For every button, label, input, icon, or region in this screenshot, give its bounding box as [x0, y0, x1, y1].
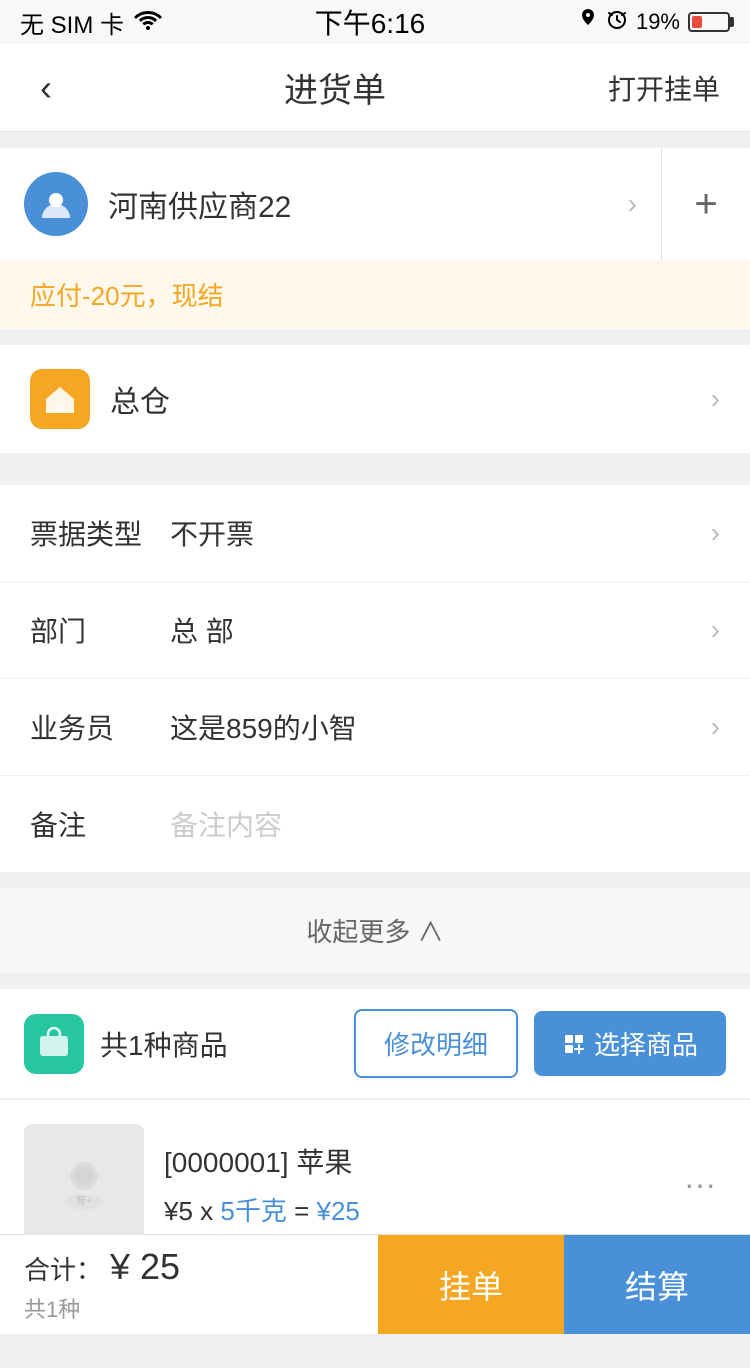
supplier-selector[interactable]: 河南供应商22 ›: [0, 148, 662, 260]
salesperson-label: 业务员: [30, 707, 150, 747]
product-more-button[interactable]: ···: [674, 1156, 726, 1213]
supplier-avatar: [24, 172, 88, 236]
status-right: 19%: [578, 8, 730, 37]
footer: 合计： ¥ 25 共1种 挂单 结算: [0, 1234, 750, 1334]
total-amount: ¥ 25: [110, 1246, 180, 1288]
add-supplier-button[interactable]: +: [662, 148, 750, 260]
salesperson-row[interactable]: 业务员 这是859的小智 ›: [0, 679, 750, 776]
remark-label: 备注: [30, 804, 150, 844]
invoice-value: 不开票: [150, 513, 711, 553]
supplier-section: 河南供应商22 › +: [0, 148, 750, 260]
open-hang-button[interactable]: 打开挂单: [608, 68, 720, 108]
product-qty: 5千克: [220, 1196, 286, 1226]
total-count: 共1种: [24, 1292, 354, 1324]
collapse-label: 收起更多 ∧: [306, 912, 443, 949]
product-total: ¥25: [316, 1196, 359, 1226]
invoice-label: 票据类型: [30, 513, 150, 553]
select-product-button[interactable]: 选择商品: [534, 1011, 726, 1076]
form-section: 票据类型 不开票 › 部门 总 部 › 业务员 这是859的小智 › 备注 备注…: [0, 485, 750, 872]
footer-total: 合计： ¥ 25 共1种: [0, 1235, 378, 1334]
product-eq: =: [287, 1196, 317, 1226]
status-left: 无 SIM 卡: [20, 5, 162, 40]
carrier-text: 无 SIM 卡: [20, 5, 124, 40]
remark-row[interactable]: 备注 备注内容: [0, 776, 750, 872]
salesperson-chevron-icon: ›: [711, 711, 720, 743]
edit-detail-button[interactable]: 修改明细: [354, 1009, 518, 1078]
invoice-chevron-icon: ›: [711, 517, 720, 549]
product-unit-price: ¥5 x: [164, 1196, 220, 1226]
hang-button[interactable]: 挂单: [378, 1235, 564, 1334]
product-title: 苹果: [296, 1147, 352, 1178]
select-product-label: 选择商品: [594, 1025, 698, 1062]
total-label: 合计：: [24, 1250, 102, 1287]
supplier-name: 河南供应商22: [108, 182, 628, 226]
product-count-text: 共1种商品: [100, 1024, 338, 1064]
battery-icon: [688, 12, 730, 32]
dept-row[interactable]: 部门 总 部 ›: [0, 582, 750, 679]
dept-chevron-icon: ›: [711, 614, 720, 646]
total-row: 合计： ¥ 25: [24, 1246, 354, 1288]
invoice-row[interactable]: 票据类型 不开票 ›: [0, 485, 750, 582]
battery-percent: 19%: [636, 9, 680, 35]
alarm-icon: [606, 8, 628, 37]
product-header: 共1种商品 修改明细 选择商品: [0, 989, 750, 1098]
dept-value: 总 部: [150, 610, 711, 650]
dept-label: 部门: [30, 610, 150, 650]
product-price-row: ¥5 x 5千克 = ¥25: [164, 1191, 674, 1228]
supplier-chevron-icon: ›: [628, 188, 637, 220]
main-content: 河南供应商22 › + 应付-20元，现结 总仓 › 票据类型 不开票 › 部门…: [0, 132, 750, 1368]
svg-text:智+: 智+: [76, 1194, 92, 1207]
location-icon: [578, 8, 598, 36]
product-code: [0000001]: [164, 1147, 296, 1178]
back-button[interactable]: ‹: [30, 57, 62, 119]
warehouse-name: 总仓: [110, 377, 711, 421]
warehouse-chevron-icon: ›: [711, 383, 720, 415]
product-thumbnail: 智+: [24, 1124, 144, 1244]
supplier-notice: 应付-20元，现结: [0, 260, 750, 329]
warehouse-selector[interactable]: 总仓 ›: [0, 345, 750, 453]
salesperson-value: 这是859的小智: [150, 707, 711, 747]
product-name: [0000001] 苹果: [164, 1141, 674, 1181]
product-count-icon: [24, 1014, 84, 1074]
nav-bar: ‹ 进货单 打开挂单: [0, 44, 750, 132]
remark-input[interactable]: 备注内容: [150, 804, 720, 844]
checkout-button[interactable]: 结算: [564, 1235, 750, 1334]
warehouse-icon: [30, 369, 90, 429]
time-text: 下午6:16: [315, 2, 426, 42]
page-title: 进货单: [284, 63, 386, 112]
product-info: [0000001] 苹果 ¥5 x 5千克 = ¥25: [164, 1141, 674, 1228]
status-bar: 无 SIM 卡 下午6:16 19%: [0, 0, 750, 44]
collapse-button[interactable]: 收起更多 ∧: [0, 888, 750, 973]
wifi-icon: [134, 8, 162, 37]
